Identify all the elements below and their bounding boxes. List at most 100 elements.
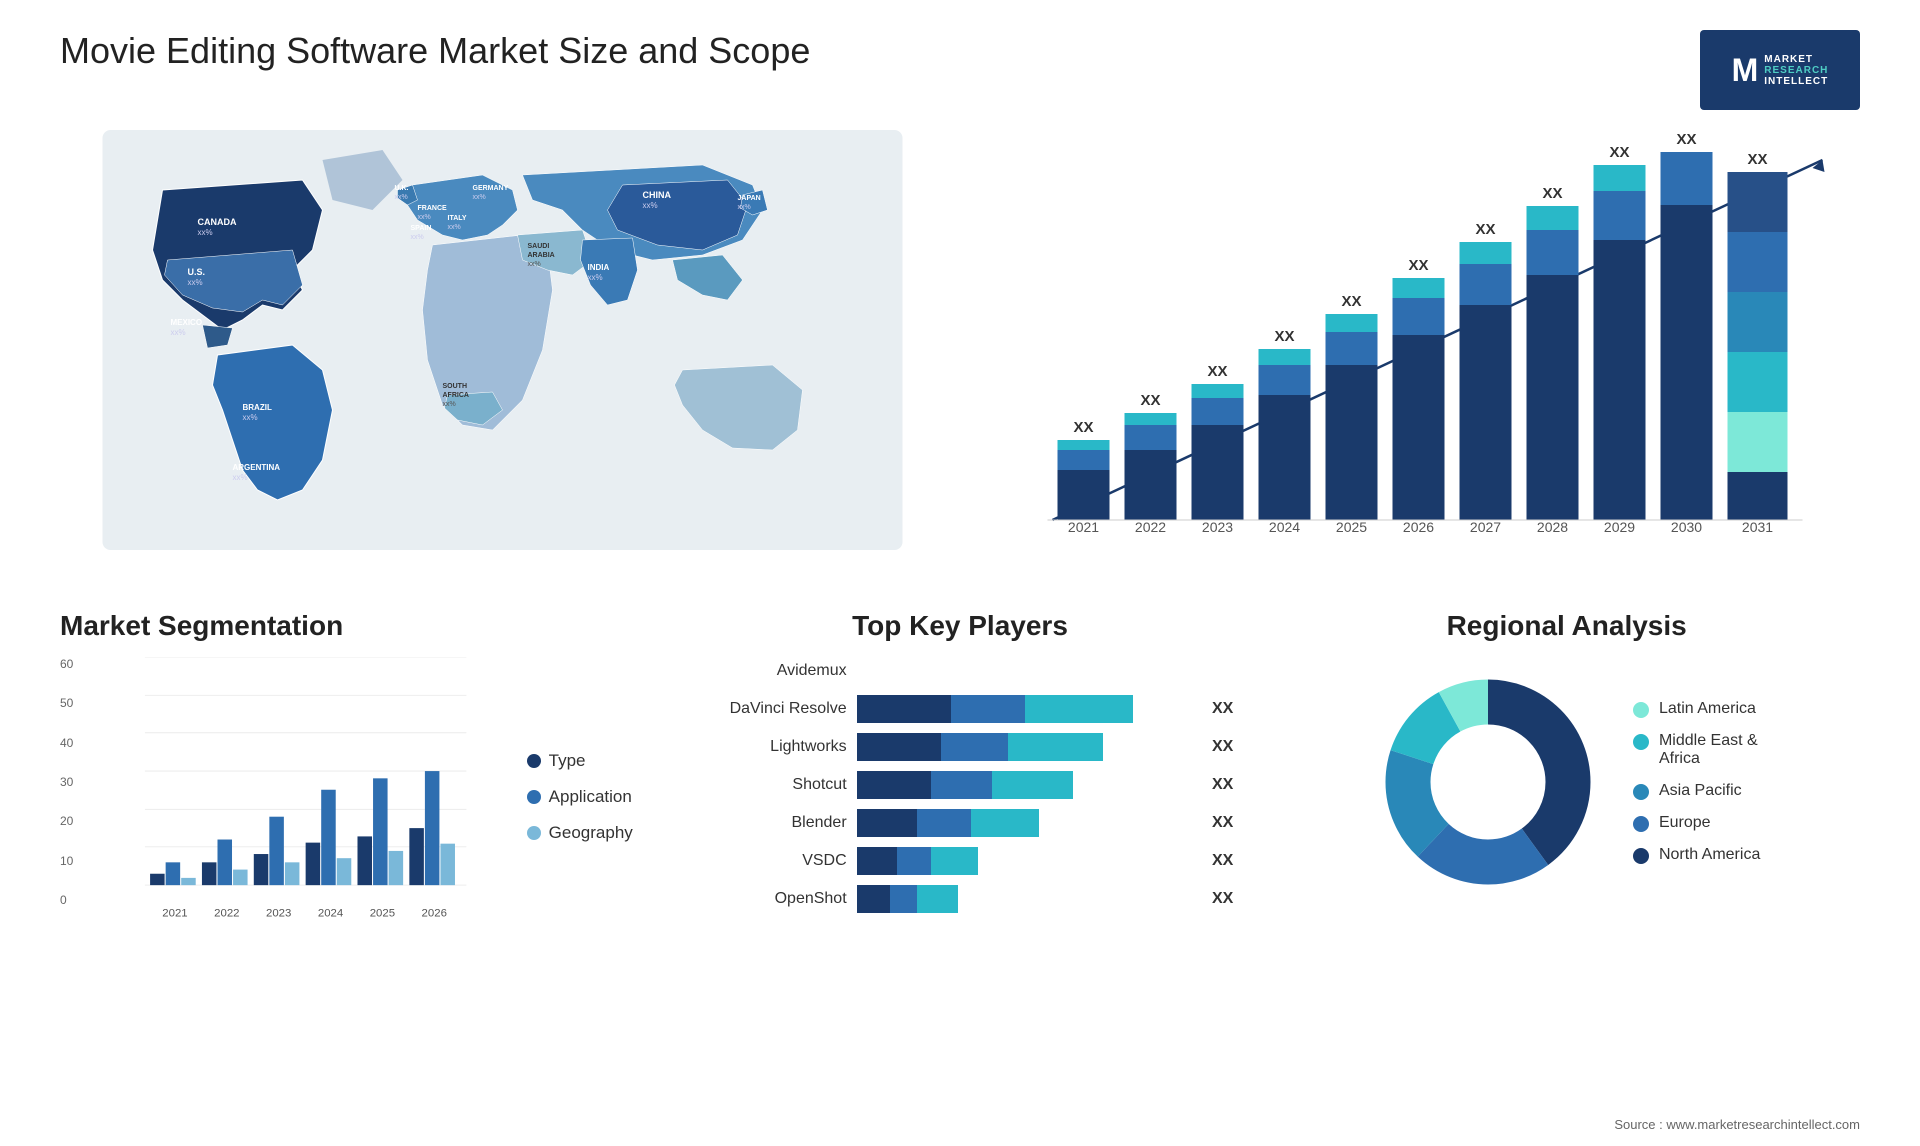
top-row: CANADA xx% U.S. xx% MEXICO xx% BRAZIL xx… [60, 130, 1860, 590]
svg-text:2030: 2030 [1671, 519, 1702, 535]
asia-pacific-dot [1633, 784, 1649, 800]
bar-chart-section: XX 2021 XX 2022 XX 2023 [975, 130, 1860, 590]
player-value-blender: XX [1212, 814, 1233, 832]
player-bar-blender [857, 809, 1194, 837]
middle-east-label: Middle East &Africa [1659, 732, 1758, 768]
svg-text:xx%: xx% [643, 201, 658, 210]
player-row-lightworks: Lightworks XX [687, 733, 1234, 761]
svg-text:xx%: xx% [443, 401, 456, 408]
svg-text:xx%: xx% [418, 214, 431, 221]
svg-text:XX: XX [1140, 392, 1160, 409]
player-value-shotcut: XX [1212, 776, 1233, 794]
player-name-lightworks: Lightworks [687, 738, 847, 756]
bar-seg2 [897, 847, 931, 875]
svg-text:xx%: xx% [448, 224, 461, 231]
page-container: Movie Editing Software Market Size and S… [0, 0, 1920, 1146]
svg-text:xx%: xx% [473, 194, 486, 201]
svg-text:XX: XX [1475, 221, 1495, 238]
svg-text:xx%: xx% [395, 194, 408, 201]
svg-text:INDIA: INDIA [588, 263, 610, 272]
players-list: Avidemux DaVinci Resolve XX Lig [687, 657, 1234, 913]
europe-label: Europe [1659, 814, 1711, 832]
svg-text:CHINA: CHINA [643, 190, 672, 200]
svg-text:2028: 2028 [1537, 519, 1568, 535]
bar-seg2 [931, 771, 992, 799]
svg-text:xx%: xx% [411, 234, 424, 241]
donut-legend: Latin America Middle East &Africa Asia P… [1633, 700, 1760, 864]
seg-legend: Type Application Geography [527, 657, 647, 937]
svg-text:2024: 2024 [1269, 519, 1300, 535]
bar-seg3 [917, 885, 957, 913]
bar-seg3 [1008, 733, 1102, 761]
segmentation-title: Market Segmentation [60, 610, 647, 642]
logo-line3: INTELLECT [1764, 76, 1828, 87]
bar-seg3 [1025, 695, 1133, 723]
page-title: Movie Editing Software Market Size and S… [60, 30, 810, 72]
player-name-openshot: OpenShot [687, 890, 847, 908]
svg-text:xx%: xx% [243, 413, 258, 422]
seg-legend-geo: Geography [527, 823, 647, 843]
player-bar-avidemux [857, 657, 1234, 685]
svg-text:ARABIA: ARABIA [528, 252, 555, 259]
svg-text:2027: 2027 [1470, 519, 1501, 535]
logo-line1: MARKET [1764, 54, 1828, 65]
player-value-davinci: XX [1212, 700, 1233, 718]
svg-text:XX: XX [1341, 293, 1361, 310]
player-row-vsdc: VSDC XX [687, 847, 1234, 875]
logo-line2: RESEARCH [1764, 65, 1828, 76]
svg-text:JAPAN: JAPAN [738, 195, 761, 202]
svg-text:2022: 2022 [1135, 519, 1166, 535]
donut-wrapper: Latin America Middle East &Africa Asia P… [1373, 667, 1760, 897]
player-name-vsdc: VSDC [687, 852, 847, 870]
svg-text:XX: XX [1542, 185, 1562, 202]
segmentation-section: Market Segmentation 0 10 20 30 40 50 60 [60, 610, 647, 937]
player-value-openshot: XX [1212, 890, 1233, 908]
svg-text:xx%: xx% [171, 328, 186, 337]
svg-text:XX: XX [1609, 144, 1629, 161]
svg-text:xx%: xx% [588, 273, 603, 282]
player-bar-openshot [857, 885, 1194, 913]
svg-text:XX: XX [1073, 419, 1093, 436]
svg-text:U.K.: U.K. [395, 185, 409, 192]
svg-text:XX: XX [1408, 257, 1428, 274]
svg-text:xx%: xx% [198, 228, 213, 237]
svg-text:FRANCE: FRANCE [418, 205, 447, 212]
bar-seg1 [857, 847, 897, 875]
svg-text:XX: XX [1274, 328, 1294, 345]
svg-text:2021: 2021 [1068, 519, 1099, 535]
svg-text:SAUDI: SAUDI [528, 243, 550, 250]
svg-text:xx%: xx% [738, 204, 751, 211]
svg-text:xx%: xx% [528, 261, 541, 268]
seg-legend-type: Type [527, 751, 647, 771]
world-map: CANADA xx% U.S. xx% MEXICO xx% BRAZIL xx… [60, 130, 945, 550]
svg-text:XX: XX [1747, 151, 1767, 168]
svg-text:SOUTH: SOUTH [443, 383, 468, 390]
europe-dot [1633, 816, 1649, 832]
player-row-shotcut: Shotcut XX [687, 771, 1234, 799]
bottom-row: Market Segmentation 0 10 20 30 40 50 60 [60, 610, 1860, 937]
latin-america-dot [1633, 702, 1649, 718]
map-section: CANADA xx% U.S. xx% MEXICO xx% BRAZIL xx… [60, 130, 945, 590]
player-row-openshot: OpenShot XX [687, 885, 1234, 913]
seg-legend-app-label: Application [549, 787, 632, 807]
svg-text:2025: 2025 [1336, 519, 1367, 535]
player-bar-davinci [857, 695, 1194, 723]
svg-text:2024: 2024 [318, 907, 343, 919]
seg-chart-svg: 2021 2022 2023 [85, 657, 537, 937]
bar-seg1 [857, 809, 918, 837]
regional-title: Regional Analysis [1447, 610, 1687, 642]
donut-chart [1373, 667, 1603, 897]
svg-text:XX: XX [1676, 131, 1696, 148]
seg-legend-geo-label: Geography [549, 823, 633, 843]
player-name-shotcut: Shotcut [687, 776, 847, 794]
svg-text:ARGENTINA: ARGENTINA [233, 463, 281, 472]
north-america-label: North America [1659, 846, 1760, 864]
bar-seg3 [931, 847, 978, 875]
bar-seg2 [890, 885, 917, 913]
svg-text:U.S.: U.S. [188, 267, 206, 277]
svg-text:MEXICO: MEXICO [171, 318, 203, 327]
svg-text:2025: 2025 [370, 907, 395, 919]
bar-seg2 [917, 809, 971, 837]
svg-text:2026: 2026 [422, 907, 447, 919]
bar-seg1 [857, 733, 941, 761]
